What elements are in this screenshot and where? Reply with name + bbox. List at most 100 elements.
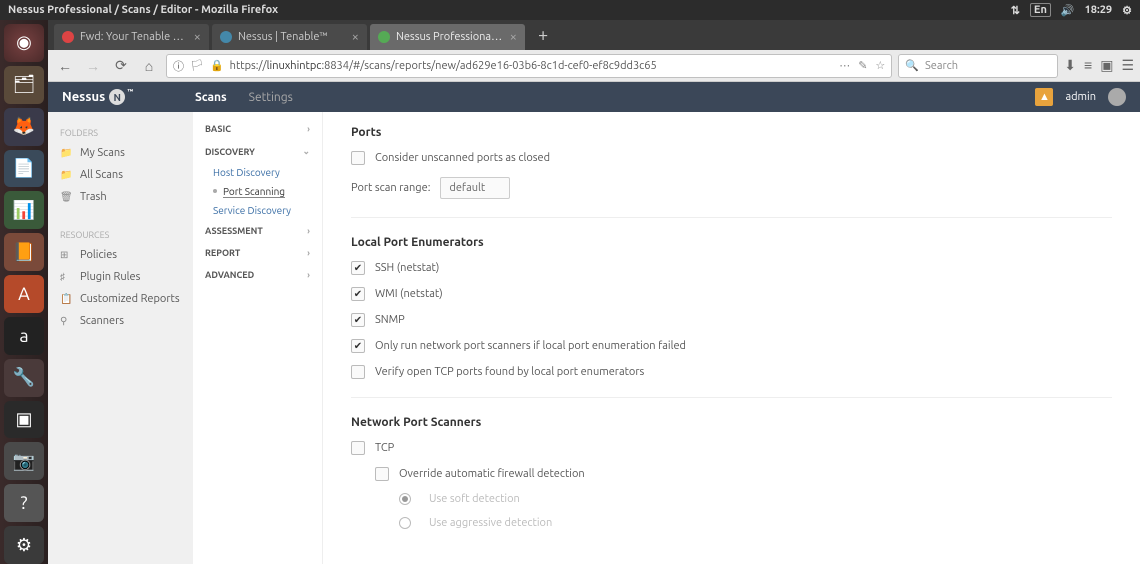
checkbox-wmi[interactable] [351,287,365,301]
writer-icon[interactable]: 📄 [4,150,44,188]
sub-host-discovery[interactable]: Host Discovery [193,163,322,182]
radio-soft-detection [399,493,411,505]
terminal-icon[interactable]: ▣ [4,401,44,439]
address-bar[interactable]: ⓘ 🏳 🔒 https://linuxhintpc:8834/#/scans/r… [166,54,892,78]
sidebar-item-all-scans[interactable]: 📁All Scans [48,164,193,186]
sidebar-section-folders: FOLDERS [48,122,193,142]
sub-service-discovery[interactable]: Service Discovery [193,201,322,220]
window-title: Nessus Professional / Scans / Editor - M… [8,4,1011,16]
avatar-icon[interactable] [1108,88,1126,106]
reader-icon[interactable]: ✎ [858,59,867,72]
tab-settings[interactable]: Settings [249,91,293,104]
checkbox-only-run[interactable] [351,339,365,353]
help-icon[interactable]: ? [4,484,44,522]
firefox-icon[interactable]: 🦊 [4,108,44,146]
screenshot-icon[interactable]: 📷 [4,442,44,480]
new-tab-button[interactable]: + [528,25,558,45]
folder-icon: 📁 [60,169,72,181]
firefox-window: Fwd: Your Tenable Nes... × Nessus | Tena… [48,20,1140,564]
more-icon[interactable]: ⋯ [839,59,850,72]
sidebar-icon[interactable]: ▣ [1100,57,1113,74]
sidebar-item-scanners[interactable]: ⚲Scanners [48,310,193,332]
nessus-body: FOLDERS 📁My Scans 📁All Scans 🗑Trash RESO… [48,112,1140,564]
cat-report[interactable]: REPORT› [193,242,322,264]
label-aggressive-detection: Use aggressive detection [429,517,552,529]
checkbox-snmp[interactable] [351,313,365,327]
cat-basic[interactable]: BASIC› [193,118,322,140]
impress-icon[interactable]: 📙 [4,233,44,271]
sidebar-item-reports[interactable]: 📋Customized Reports [48,288,193,310]
browser-tab-0[interactable]: Fwd: Your Tenable Nes... × [54,24,209,50]
nessus-header: Nessus N ™ Scans Settings ▲ admin [48,82,1140,112]
sidebar-item-policies[interactable]: ⊞Policies [48,244,193,266]
lock-icon: 🔒 [210,59,224,72]
checkbox-override-firewall[interactable] [375,467,389,481]
reload-button[interactable]: ⟳ [110,55,132,77]
amazon-icon[interactable]: a [4,317,44,355]
gear-tile-icon[interactable]: ⚙ [4,526,44,564]
sub-port-scanning[interactable]: Port Scanning [193,182,322,201]
tab-label: Nessus Professional / S [396,31,504,43]
files-icon[interactable]: 🗂 [4,66,44,104]
cat-advanced[interactable]: ADVANCED› [193,264,322,286]
settings-icon[interactable]: 🔧 [4,359,44,397]
close-icon[interactable]: × [352,30,359,44]
checkbox-ssh[interactable] [351,261,365,275]
favicon-icon [62,31,74,43]
search-box[interactable]: 🔍 Search [898,54,1058,78]
shield-icon[interactable]: ⓘ [173,58,184,74]
scans-sidebar: FOLDERS 📁My Scans 📁All Scans 🗑Trash RESO… [48,112,193,564]
sidebar-item-my-scans[interactable]: 📁My Scans [48,142,193,164]
dash-icon[interactable]: ◉ [4,24,44,62]
ubuntu-top-bar: Nessus Professional / Scans / Editor - M… [0,0,1140,20]
favicon-icon [378,31,390,43]
settings-sidebar: BASIC› DISCOVERY⌄ Host Discovery Port Sc… [193,112,323,564]
permissions-icon[interactable]: 🏳 [190,59,204,72]
close-icon[interactable]: × [510,30,517,44]
label-consider-unscanned: Consider unscanned ports as closed [375,152,550,164]
lang-indicator[interactable]: En [1030,3,1051,17]
close-icon[interactable]: × [194,30,201,44]
label-only-run: Only run network port scanners if local … [375,340,686,352]
software-icon[interactable]: A [4,275,44,313]
clock[interactable]: 18:29 [1085,4,1113,16]
notification-icon[interactable]: ▲ [1035,88,1053,106]
browser-tab-1[interactable]: Nessus | Tenable™ × [212,24,367,50]
sound-icon[interactable]: 🔊 [1061,4,1075,17]
cat-discovery[interactable]: DISCOVERY⌄ [193,140,322,163]
chevron-right-icon: › [307,270,310,280]
local-enumerators-heading: Local Port Enumerators [351,236,1112,249]
back-button[interactable]: ← [54,55,76,77]
input-port-scan-range[interactable] [440,177,510,199]
download-icon[interactable]: ⬇ [1064,57,1076,74]
checkbox-consider-unscanned[interactable] [351,151,365,165]
menu-icon[interactable]: ☰ [1121,57,1134,74]
favicon-icon [220,31,232,43]
cat-assessment[interactable]: ASSESSMENT› [193,220,322,242]
checkbox-tcp[interactable] [351,441,365,455]
folder-icon: 📁 [60,147,72,159]
checkbox-verify[interactable] [351,365,365,379]
tab-scans[interactable]: Scans [195,91,227,104]
chevron-right-icon: › [307,248,310,258]
home-button[interactable]: ⌂ [138,55,160,77]
sidebar-item-trash[interactable]: 🗑Trash [48,186,193,208]
sidebar-item-plugin-rules[interactable]: ♯Plugin Rules [48,266,193,288]
library-icon[interactable]: ≡ [1084,57,1092,74]
label-soft-detection: Use soft detection [429,493,520,505]
network-icon[interactable]: ⇅ [1011,4,1020,17]
label-snmp: SNMP [375,314,405,326]
calc-icon[interactable]: 📊 [4,191,44,229]
system-indicators[interactable]: ⇅ En 🔊 18:29 ⚙ [1011,3,1132,17]
gear-icon[interactable]: ⚙ [1122,4,1132,17]
nessus-logo[interactable]: Nessus N ™ [62,89,135,105]
report-icon: 📋 [60,293,72,305]
radio-aggressive-detection [399,517,411,529]
forward-button[interactable]: → [82,55,104,77]
label-port-scan-range: Port scan range: [351,182,430,194]
star-icon[interactable]: ☆ [875,59,885,72]
user-label[interactable]: admin [1065,91,1096,103]
browser-tab-2[interactable]: Nessus Professional / S × [370,24,525,50]
sidebar-section-resources: RESOURCES [48,224,193,244]
ports-heading: Ports [351,126,1112,139]
